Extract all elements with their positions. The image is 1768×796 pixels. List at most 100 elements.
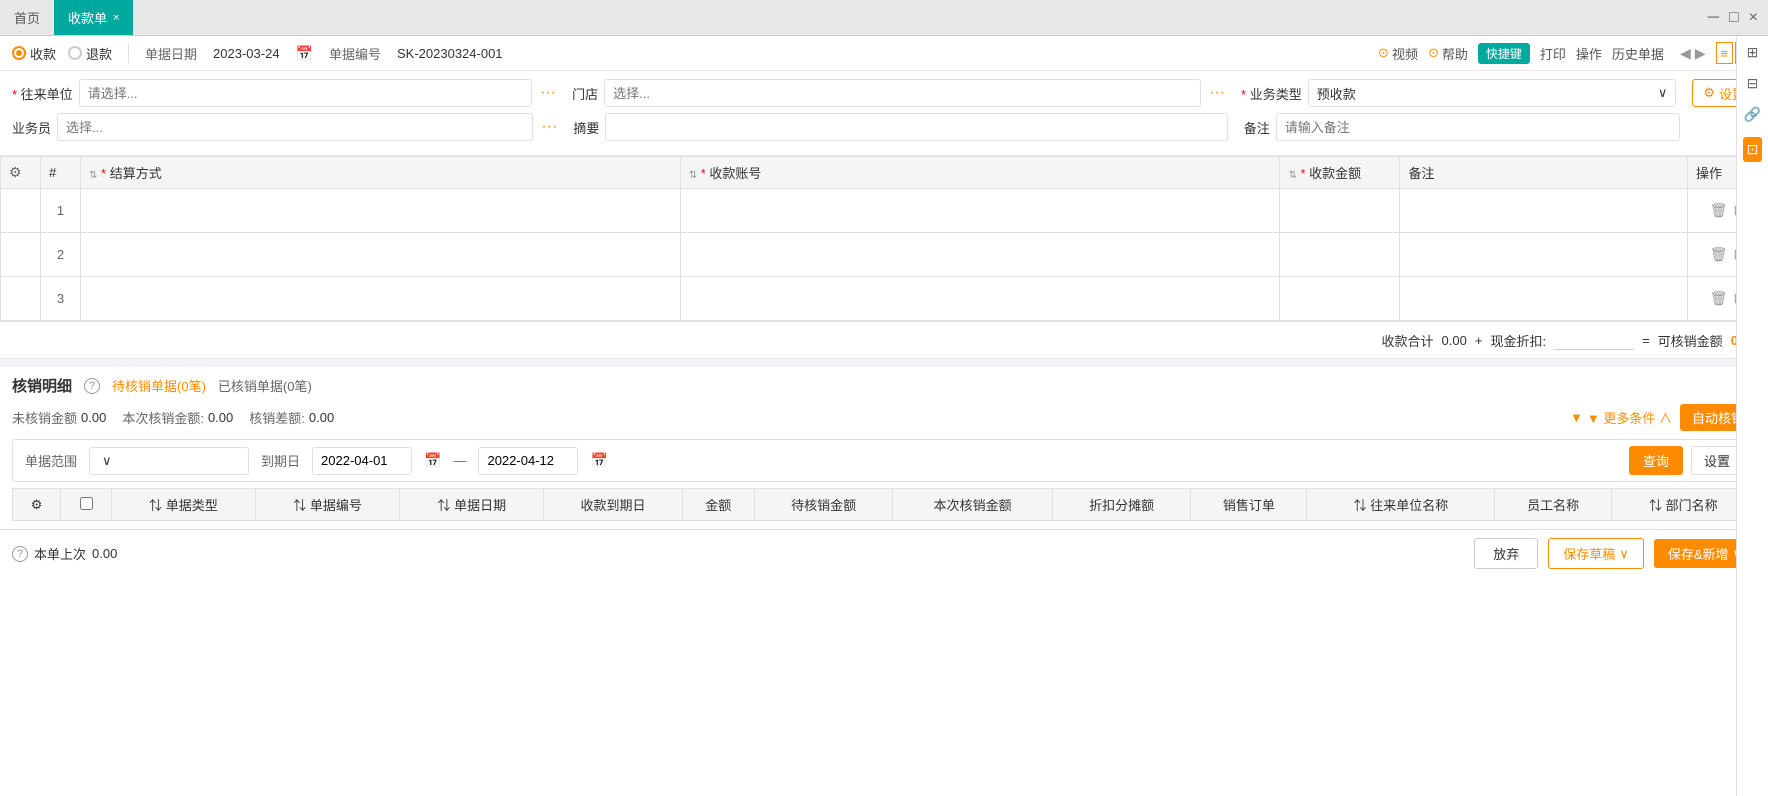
shortcut-btn[interactable]: 快捷键: [1478, 43, 1530, 64]
sidebar-icon-3[interactable]: 🔗: [1744, 106, 1761, 123]
col-num: #: [41, 157, 81, 189]
query-btn[interactable]: 查询: [1629, 446, 1683, 475]
radio-shoukuan-label: 收款: [30, 44, 56, 63]
business-type-field: 业务类型 预收款 ∨: [1241, 79, 1676, 107]
abstract-field: 摘要: [573, 113, 1227, 141]
print-btn[interactable]: 打印: [1540, 44, 1566, 63]
abstract-label: 摘要: [573, 118, 599, 137]
tab-home[interactable]: 首页: [0, 0, 54, 35]
row1-delete-icon[interactable]: 🗑: [1710, 202, 1728, 219]
business-type-select[interactable]: 预收款 ∨: [1308, 79, 1677, 107]
nav-right-icon[interactable]: ▶: [1695, 45, 1706, 62]
radio-shoukuan[interactable]: 收款: [12, 44, 56, 63]
row3-delete-icon[interactable]: 🗑: [1710, 290, 1728, 307]
row2-delete-icon[interactable]: 🗑: [1710, 246, 1728, 263]
row1-remark[interactable]: [1400, 189, 1688, 233]
shop-field: 门店 ···: [572, 79, 1225, 107]
date-from-icon[interactable]: 📅: [424, 452, 441, 469]
window-minimize-icon[interactable]: ─: [1708, 9, 1719, 27]
remark-input[interactable]: [1276, 113, 1680, 141]
radio-tuikuan-dot: [68, 46, 82, 60]
chevron-down-filter-icon: ∨: [102, 453, 112, 469]
filter-label: 单据范围: [25, 451, 77, 470]
row3-account[interactable]: [680, 277, 1280, 321]
date-separator: —: [453, 453, 466, 468]
video-btn[interactable]: ⊙ 视频: [1378, 44, 1418, 63]
date-to-icon[interactable]: 📅: [590, 452, 607, 469]
row1-amount[interactable]: [1280, 189, 1400, 233]
row2-settle[interactable]: [81, 233, 681, 277]
filter-select[interactable]: ∨: [89, 447, 249, 475]
sidebar-icon-1[interactable]: ⊞: [1747, 44, 1759, 61]
tab-active[interactable]: 收款单 ×: [54, 0, 133, 35]
toolbar: 收款 退款 单据日期 2023-03-24 📅 单据编号 SK-20230324…: [0, 36, 1768, 71]
more-conditions-btn[interactable]: ▼ ▼ 更多条件 ∧: [1570, 408, 1672, 427]
table-gear-icon[interactable]: ⚙: [9, 164, 22, 180]
footer-this-order-label: 本单上次: [34, 544, 86, 563]
discard-button[interactable]: 放弃: [1474, 538, 1538, 569]
bottom-gear-icon[interactable]: ⚙: [31, 497, 43, 512]
date-to-input[interactable]: [478, 447, 578, 475]
nuclear-header: 核销明细 ? 待核销单据(0笔) 已核销单据(0笔): [12, 375, 1756, 396]
layout1-icon[interactable]: ≡: [1716, 42, 1734, 64]
row3-amount[interactable]: [1280, 277, 1400, 321]
date-value: 2023-03-24: [213, 46, 280, 61]
history-btn[interactable]: 历史单据: [1612, 44, 1664, 63]
staff-dots-icon[interactable]: ···: [541, 118, 557, 136]
summary-row: 收款合计 0.00 + 现金折扣: = 可核销金额 0.00: [0, 321, 1768, 358]
discount-label: 现金折扣:: [1490, 331, 1546, 350]
sidebar-icon-2[interactable]: ⊟: [1747, 75, 1759, 92]
row2-amount[interactable]: [1280, 233, 1400, 277]
row3-remark[interactable]: [1400, 277, 1688, 321]
help-btn[interactable]: ⊙ 帮助: [1428, 44, 1468, 63]
bottom-col-discount: 折扣分摊额: [1053, 489, 1191, 521]
table-row: 3 🗑 ⊞: [1, 277, 1768, 321]
staff-field: 业务员 ···: [12, 113, 557, 141]
shop-input[interactable]: [604, 79, 1201, 107]
bottom-col-current: 本次核销金额: [893, 489, 1053, 521]
staff-input[interactable]: [57, 113, 533, 141]
operation-btn[interactable]: 操作: [1576, 44, 1602, 63]
current-label: 本次核销金额:: [122, 408, 204, 427]
remark-label: 备注: [1244, 118, 1270, 137]
counterpart-dots-icon[interactable]: ···: [540, 84, 556, 102]
business-type-label: 业务类型: [1241, 84, 1302, 103]
radio-tuikuan[interactable]: 退款: [68, 44, 112, 63]
window-maximize-icon[interactable]: □: [1729, 9, 1739, 27]
right-sidebar: ⊞ ⊟ 🔗 ⊡: [1736, 36, 1768, 796]
bottom-col-gear: ⚙: [13, 489, 61, 521]
sidebar-icon-4[interactable]: ⊡: [1743, 137, 1763, 162]
row3-settle[interactable]: [81, 277, 681, 321]
row2-num: 2: [41, 233, 81, 277]
shop-label: 门店: [572, 84, 598, 103]
row2-remark[interactable]: [1400, 233, 1688, 277]
window-close-icon[interactable]: ×: [1749, 9, 1758, 27]
toolbar-divider-1: [128, 43, 129, 63]
tab-close-icon[interactable]: ×: [113, 12, 119, 24]
nav-left-icon[interactable]: ◀: [1680, 45, 1691, 62]
total-value: 0.00: [1442, 333, 1467, 348]
row2-account[interactable]: [680, 233, 1280, 277]
discount-input[interactable]: [1554, 330, 1634, 350]
tab-home-label: 首页: [14, 8, 40, 27]
save-draft-chevron-icon: ∨: [1619, 546, 1629, 562]
row1-account[interactable]: [680, 189, 1280, 233]
counterpart-input[interactable]: [79, 79, 532, 107]
table-body: 1 🗑 ⊞ 2: [1, 189, 1768, 321]
row1-settle[interactable]: [81, 189, 681, 233]
select-all-checkbox[interactable]: [80, 497, 93, 510]
form-row-2: 业务员 ··· 摘要 备注: [12, 113, 1756, 141]
nuclear-right: ▼ ▼ 更多条件 ∧ 自动核销: [1570, 404, 1756, 431]
save-draft-button[interactable]: 保存草稿 ∨: [1548, 538, 1644, 569]
row1-num: 1: [41, 189, 81, 233]
calendar-icon[interactable]: 📅: [296, 45, 313, 62]
radio-group: 收款 退款: [12, 44, 112, 63]
nuclear-info-icon[interactable]: ?: [84, 378, 100, 394]
date-from-input[interactable]: [312, 447, 412, 475]
shop-dots-icon[interactable]: ···: [1209, 84, 1225, 102]
bottom-col-counterpart: ⇅ 往来单位名称: [1307, 489, 1495, 521]
pending-tag[interactable]: 待核销单据(0笔): [112, 376, 206, 395]
footer-info-icon[interactable]: ?: [12, 546, 28, 562]
abstract-input[interactable]: [605, 113, 1227, 141]
done-tag[interactable]: 已核销单据(0笔): [218, 376, 312, 395]
